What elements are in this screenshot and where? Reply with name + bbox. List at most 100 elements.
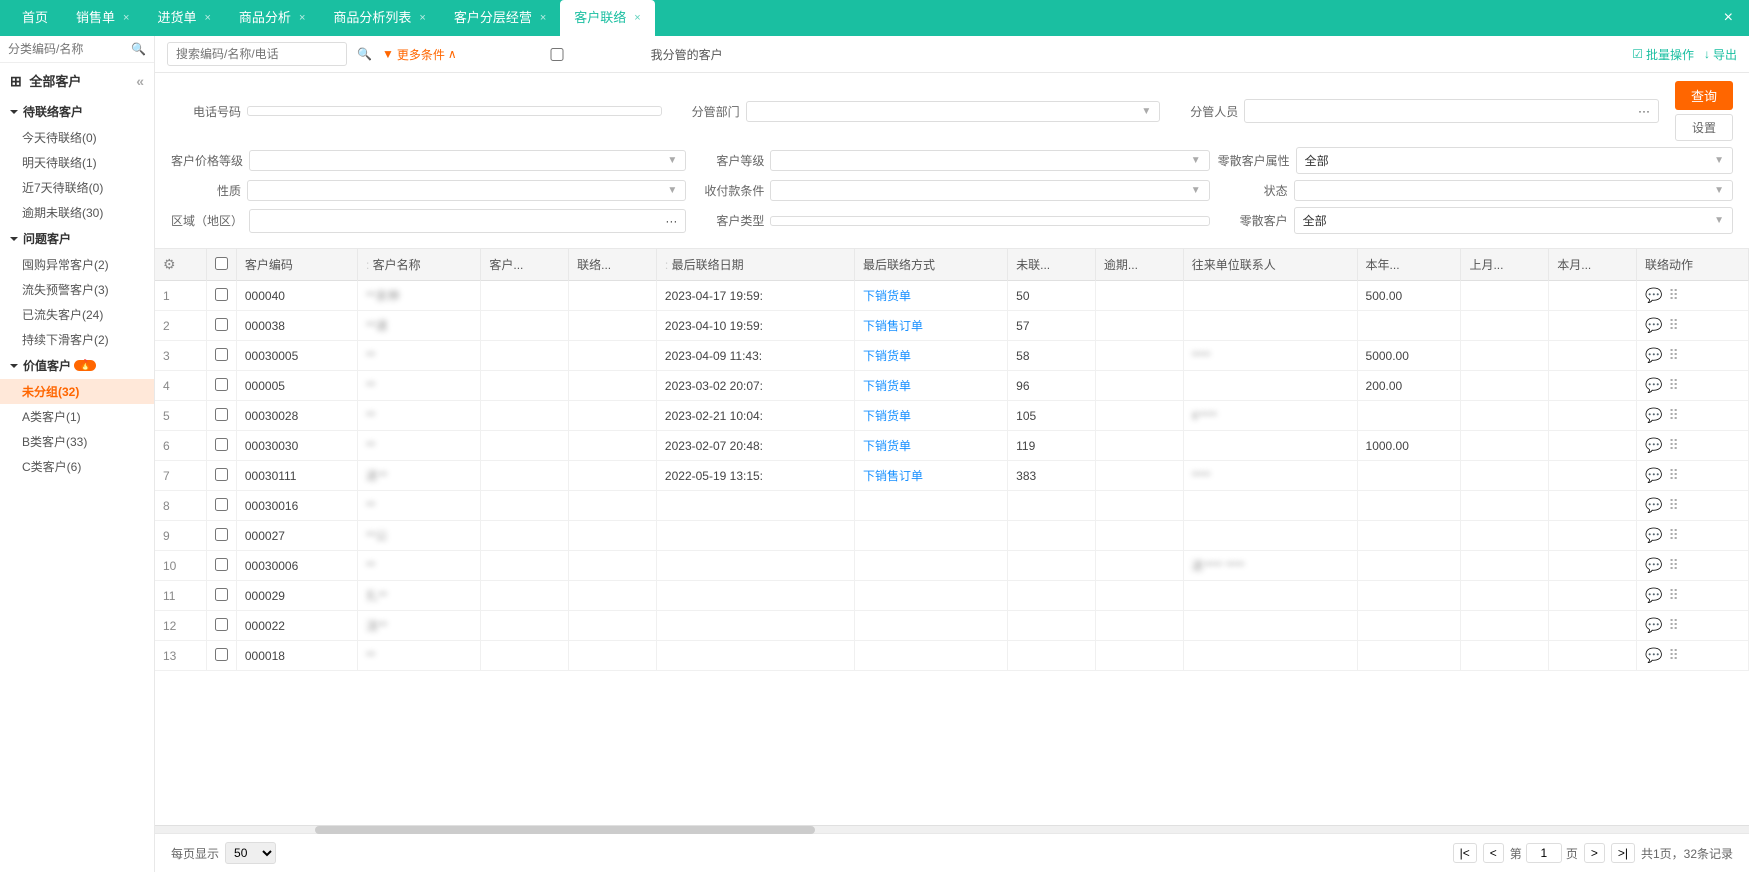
- row-last-method-cell[interactable]: [854, 641, 1007, 671]
- row-checkbox[interactable]: [215, 528, 228, 541]
- col-gear[interactable]: ⚙: [155, 249, 206, 281]
- col-last-method[interactable]: 最后联络方式: [854, 249, 1007, 281]
- row-checkbox[interactable]: [215, 288, 228, 301]
- more-icon[interactable]: ⠿: [1668, 617, 1678, 634]
- last-method-link[interactable]: 下销货单: [863, 409, 911, 423]
- row-checkbox-cell[interactable]: [206, 371, 236, 401]
- more-icon[interactable]: ⠿: [1668, 317, 1678, 334]
- col-contact[interactable]: 联络...: [569, 249, 657, 281]
- more-icon[interactable]: ⠿: [1668, 437, 1678, 454]
- row-last-method-cell[interactable]: 下销售订单: [854, 311, 1007, 341]
- col-cur-year[interactable]: 本年...: [1357, 249, 1461, 281]
- row-last-method-cell[interactable]: 下销货单: [854, 281, 1007, 311]
- section-pending-contact[interactable]: 待联络客户: [0, 98, 154, 125]
- row-last-method-cell[interactable]: [854, 581, 1007, 611]
- row-checkbox-cell[interactable]: [206, 641, 236, 671]
- tab-purchase[interactable]: 进货单 ×: [143, 0, 224, 36]
- comment-icon[interactable]: 💬: [1645, 497, 1662, 514]
- more-icon[interactable]: ⠿: [1668, 497, 1678, 514]
- all-customers-item[interactable]: ⊞ 全部客户 «: [0, 63, 154, 98]
- sidebar-item-class-b[interactable]: B类客户(33): [0, 429, 154, 454]
- more-icon[interactable]: ⠿: [1668, 377, 1678, 394]
- row-checkbox[interactable]: [215, 498, 228, 511]
- comment-icon[interactable]: 💬: [1645, 587, 1662, 604]
- col-checkbox[interactable]: [206, 249, 236, 281]
- close-product-list-tab[interactable]: ×: [419, 0, 425, 36]
- dept-select[interactable]: ▼: [746, 101, 1161, 122]
- sidebar-item-churn-warning[interactable]: 流失预警客户(3): [0, 277, 154, 302]
- page-number-input[interactable]: [1526, 843, 1562, 863]
- row-checkbox[interactable]: [215, 468, 228, 481]
- more-icon[interactable]: ⠿: [1668, 527, 1678, 544]
- reset-button[interactable]: 设置: [1675, 114, 1733, 141]
- sidebar-search-icon[interactable]: 🔍: [131, 42, 146, 56]
- comment-icon[interactable]: 💬: [1645, 287, 1662, 304]
- tab-sales[interactable]: 销售单 ×: [62, 0, 143, 36]
- comment-icon[interactable]: 💬: [1645, 617, 1662, 634]
- window-close[interactable]: ×: [1716, 9, 1741, 27]
- my-customers-checkbox[interactable]: 我分管的客户: [467, 46, 723, 63]
- row-last-method-cell[interactable]: [854, 611, 1007, 641]
- row-checkbox[interactable]: [215, 648, 228, 661]
- sidebar-item-ungroup[interactable]: 未分组(32): [0, 379, 154, 404]
- first-page-btn[interactable]: |<: [1453, 843, 1477, 863]
- comment-icon[interactable]: 💬: [1645, 317, 1662, 334]
- row-checkbox-cell[interactable]: [206, 611, 236, 641]
- more-icon[interactable]: ⠿: [1668, 647, 1678, 664]
- page-size-select[interactable]: 50 20 100: [225, 842, 276, 864]
- tab-customer-segment[interactable]: 客户分层经营 ×: [440, 0, 560, 36]
- customer-level-select[interactable]: ▼: [770, 150, 1209, 171]
- row-last-method-cell[interactable]: 下销货单: [854, 431, 1007, 461]
- row-checkbox-cell[interactable]: [206, 581, 236, 611]
- col-partner-contact[interactable]: 往来单位联系人: [1183, 249, 1357, 281]
- comment-icon[interactable]: 💬: [1645, 557, 1662, 574]
- status-select[interactable]: ▼: [1294, 180, 1733, 201]
- close-product-analysis-tab[interactable]: ×: [299, 0, 305, 36]
- search-input[interactable]: [167, 42, 347, 66]
- my-customers-check[interactable]: [467, 48, 647, 61]
- close-sales-tab[interactable]: ×: [123, 0, 129, 36]
- col-unlink-days[interactable]: 未联...: [1008, 249, 1096, 281]
- row-checkbox-cell[interactable]: [206, 431, 236, 461]
- row-checkbox-cell[interactable]: [206, 311, 236, 341]
- row-checkbox-cell[interactable]: [206, 281, 236, 311]
- last-method-link[interactable]: 下销货单: [863, 349, 911, 363]
- row-checkbox[interactable]: [215, 588, 228, 601]
- home-tab[interactable]: 首页: [8, 0, 62, 36]
- sidebar-item-hoarding[interactable]: 囤购异常客户(2): [0, 252, 154, 277]
- gear-icon[interactable]: ⚙: [163, 256, 176, 272]
- more-icon[interactable]: ⠿: [1668, 467, 1678, 484]
- row-last-method-cell[interactable]: 下销货单: [854, 371, 1007, 401]
- row-checkbox[interactable]: [215, 378, 228, 391]
- last-page-btn[interactable]: >|: [1611, 843, 1635, 863]
- batch-operate-btn[interactable]: ☑ 批量操作: [1632, 46, 1694, 63]
- row-last-method-cell[interactable]: 下销售订单: [854, 461, 1007, 491]
- comment-icon[interactable]: 💬: [1645, 377, 1662, 394]
- payment-select[interactable]: ▼: [770, 180, 1209, 201]
- row-checkbox[interactable]: [215, 348, 228, 361]
- tab-customer-contact[interactable]: 客户联络 ×: [560, 0, 654, 36]
- more-icon[interactable]: ⠿: [1668, 347, 1678, 364]
- row-last-method-cell[interactable]: 下销货单: [854, 341, 1007, 371]
- col-code[interactable]: 客户编码: [236, 249, 357, 281]
- more-icon[interactable]: ⠿: [1668, 407, 1678, 424]
- prev-page-btn[interactable]: <: [1483, 843, 1504, 863]
- customer-type-input[interactable]: [770, 216, 1209, 226]
- area-input[interactable]: ···: [249, 209, 686, 233]
- last-method-link[interactable]: 下销货单: [863, 439, 911, 453]
- section-problem-customers[interactable]: 问题客户: [0, 225, 154, 252]
- more-icon[interactable]: ⠿: [1668, 587, 1678, 604]
- sidebar-search-input[interactable]: [8, 42, 127, 56]
- row-checkbox-cell[interactable]: [206, 551, 236, 581]
- tab-product-analysis[interactable]: 商品分析 ×: [225, 0, 319, 36]
- row-checkbox[interactable]: [215, 618, 228, 631]
- row-checkbox[interactable]: [215, 438, 228, 451]
- row-checkbox[interactable]: [215, 318, 228, 331]
- export-btn[interactable]: ↓ 导出: [1704, 46, 1737, 63]
- row-last-method-cell[interactable]: 下销货单: [854, 401, 1007, 431]
- last-method-link[interactable]: 下销售订单: [863, 319, 923, 333]
- select-all-checkbox[interactable]: [215, 257, 228, 270]
- comment-icon[interactable]: 💬: [1645, 407, 1662, 424]
- sidebar-item-class-c[interactable]: C类客户(6): [0, 454, 154, 479]
- retail-customer-select[interactable]: 全部 ▼: [1294, 207, 1733, 234]
